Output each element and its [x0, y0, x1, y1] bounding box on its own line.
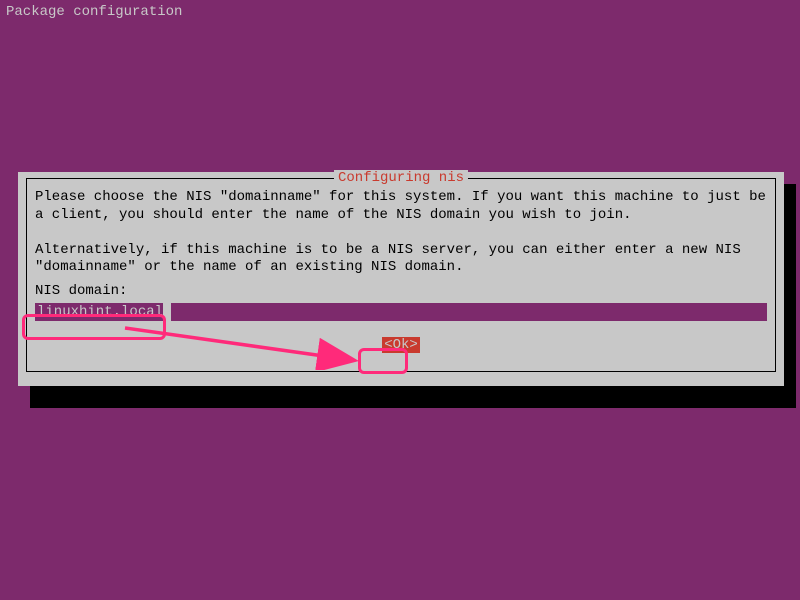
input-prompt: NIS domain:	[35, 283, 767, 299]
page-title: Package configuration	[6, 4, 182, 20]
config-dialog: Configuring nis Please choose the NIS "d…	[18, 172, 784, 386]
dialog-body-text: Please choose the NIS "domainname" for t…	[35, 189, 767, 277]
nis-domain-value: linuxhint.local	[37, 304, 163, 320]
text-cursor	[163, 303, 171, 321]
dialog-frame: Configuring nis Please choose the NIS "d…	[26, 178, 776, 372]
button-row: <Ok>	[35, 337, 767, 353]
page-header: Package configuration	[0, 0, 800, 24]
ok-button[interactable]: <Ok>	[382, 337, 420, 353]
nis-domain-input[interactable]: linuxhint.local	[35, 303, 767, 321]
dialog-title: Configuring nis	[334, 170, 468, 186]
